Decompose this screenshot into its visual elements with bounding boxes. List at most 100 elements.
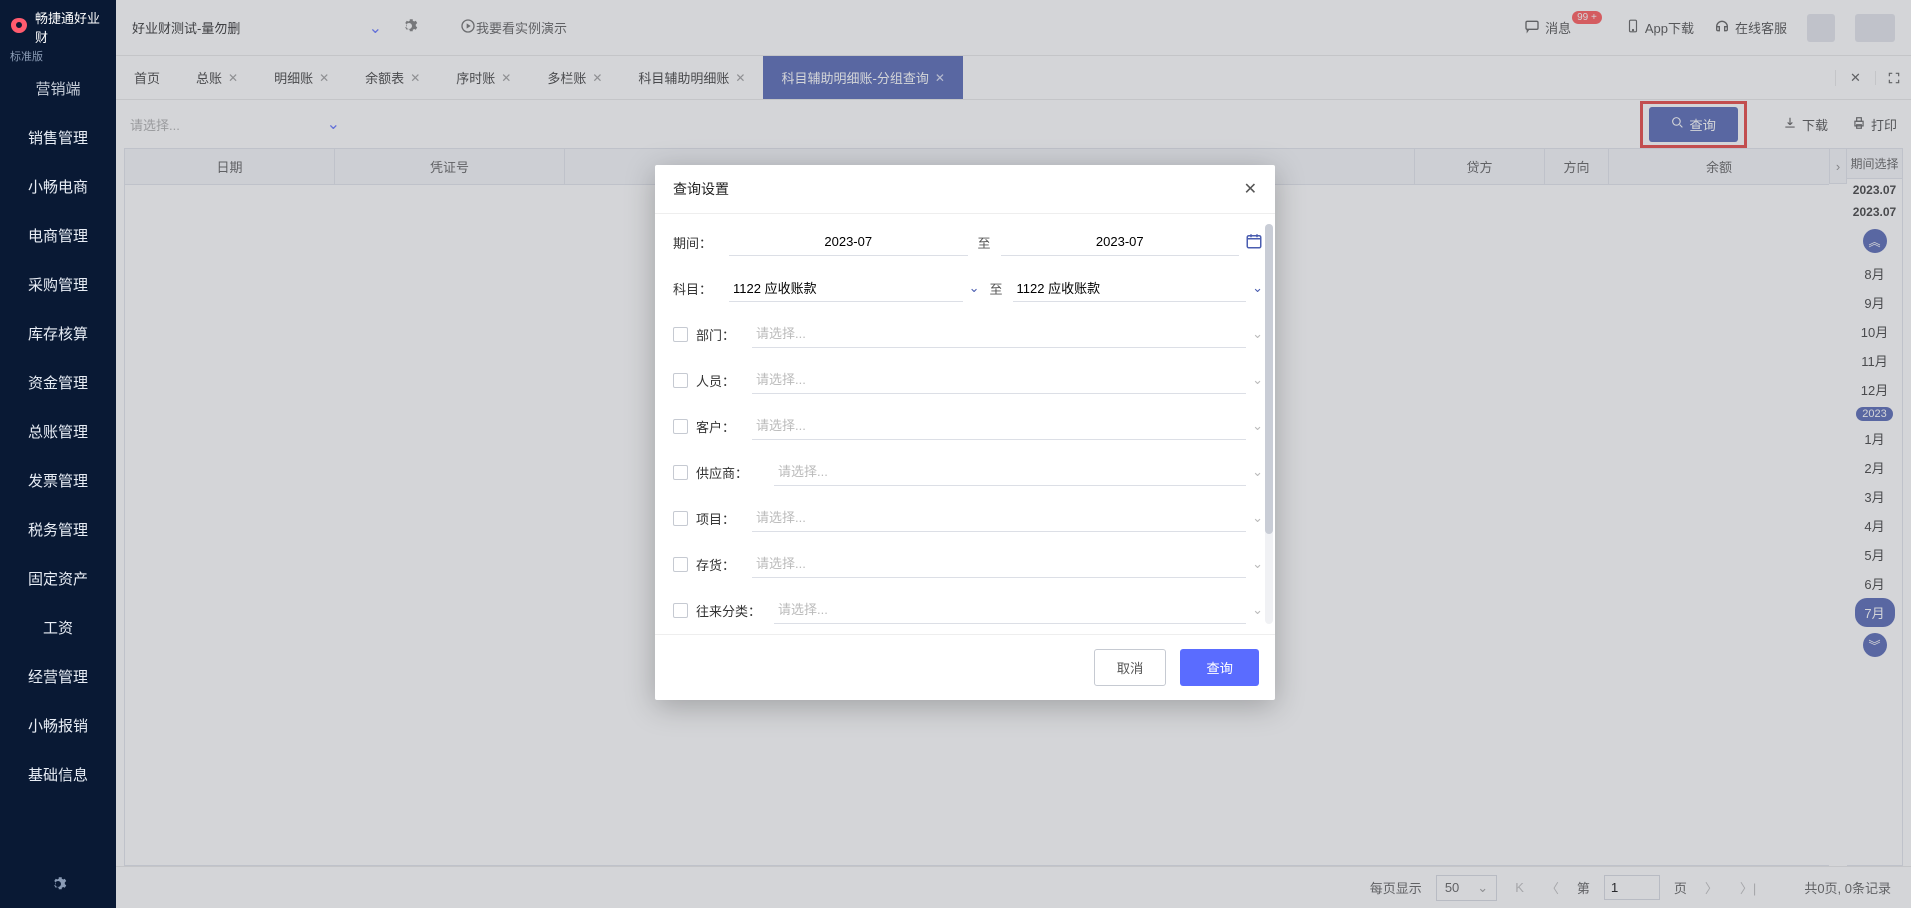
subject-from-input[interactable] [729, 274, 963, 302]
checkbox-supplier[interactable] [673, 465, 688, 480]
period-month[interactable]: 3月 [1847, 482, 1902, 511]
sidebar-item-4[interactable]: 库存核算 [0, 309, 116, 358]
period-from-input[interactable] [729, 228, 968, 256]
checkbox-project[interactable] [673, 511, 688, 526]
close-icon[interactable]: ✕ [228, 71, 238, 85]
demo-link[interactable]: 我要看实例演示 [460, 18, 567, 37]
checkbox-person[interactable] [673, 373, 688, 388]
period-month-selected[interactable]: 7月 [1855, 598, 1895, 627]
sidebar-settings[interactable] [0, 863, 116, 908]
close-icon[interactable]: ✕ [319, 71, 329, 85]
chevron-down-icon[interactable]: ⌄ [1252, 510, 1263, 526]
period-to-input[interactable] [1001, 228, 1240, 256]
tenant-select[interactable]: 好业财测试-量勿删 ⌄ [132, 18, 382, 38]
filter-artype-input[interactable] [774, 596, 1246, 624]
tab-6[interactable]: 科目辅助明细账 ✕ [620, 56, 763, 99]
avatar-2[interactable] [1855, 14, 1895, 42]
checkbox-dept[interactable] [673, 327, 688, 342]
app-download-button[interactable]: App下载 [1626, 18, 1694, 37]
chevron-down-icon[interactable]: ⌄ [1252, 556, 1263, 572]
filter-dept-input[interactable] [752, 320, 1246, 348]
chevron-down-icon[interactable]: ⌄ [1252, 464, 1263, 480]
close-all-tabs-button[interactable]: ✕ [1835, 70, 1875, 86]
tab-2[interactable]: 明细账✕ [256, 56, 347, 99]
sidebar-item-10[interactable]: 工资 [0, 603, 116, 652]
chevron-down-icon[interactable]: ⌄ [969, 280, 980, 296]
last-page-button[interactable]: 〉| [1736, 878, 1760, 897]
confirm-query-button[interactable]: 查询 [1180, 649, 1259, 686]
chevron-down-icon[interactable]: ⌄ [1252, 280, 1263, 296]
fullscreen-button[interactable] [1875, 71, 1911, 85]
period-month[interactable]: 12月 [1847, 375, 1902, 404]
chevron-down-icon[interactable]: ⌄ [1252, 602, 1263, 618]
period-month[interactable]: 4月 [1847, 511, 1902, 540]
period-month[interactable]: 5月 [1847, 540, 1902, 569]
tab-5[interactable]: 多栏账✕ [529, 56, 620, 99]
checkbox-customer[interactable] [673, 419, 688, 434]
tab-home[interactable]: 首页 [116, 56, 178, 99]
cancel-button[interactable]: 取消 [1094, 649, 1167, 686]
filter-customer-input[interactable] [752, 412, 1246, 440]
next-page-button[interactable]: 〉 [1701, 878, 1722, 897]
close-icon[interactable]: ✕ [592, 71, 602, 85]
filter-project-input[interactable] [752, 504, 1246, 532]
page-size-label: 每页显示 [1370, 878, 1422, 897]
scroll-down-icon[interactable]: ︾ [1863, 633, 1887, 657]
scroll-up-icon[interactable]: ︽ [1863, 229, 1887, 253]
tab-7-active[interactable]: 科目辅助明细账-分组查询✕ [763, 56, 962, 99]
period-panel-toggle[interactable]: › [1829, 148, 1847, 184]
filter-supplier-input[interactable] [774, 458, 1246, 486]
calendar-icon[interactable] [1245, 232, 1263, 253]
period-month[interactable]: 1月 [1847, 424, 1902, 453]
tab-4[interactable]: 序时账✕ [438, 56, 529, 99]
period-month[interactable]: 10月 [1847, 317, 1902, 346]
download-button[interactable]: 下载 [1783, 115, 1828, 134]
period-month[interactable]: 11月 [1847, 346, 1902, 375]
checkbox-inventory[interactable] [673, 557, 688, 572]
sidebar-item-6[interactable]: 总账管理 [0, 407, 116, 456]
chevron-down-icon[interactable]: ⌄ [1252, 372, 1263, 388]
sidebar-item-0[interactable]: 销售管理 [0, 113, 116, 162]
page-size-select[interactable]: 50 ⌄ [1436, 875, 1497, 901]
sidebar-item-12[interactable]: 小畅报销 [0, 701, 116, 750]
query-button[interactable]: 查询 [1649, 107, 1738, 142]
sidebar-item-1[interactable]: 小畅电商 [0, 162, 116, 211]
close-icon[interactable]: ✕ [1244, 179, 1257, 199]
sidebar-item-13[interactable]: 基础信息 [0, 750, 116, 799]
period-month[interactable]: 2月 [1847, 453, 1902, 482]
sidebar-item-2[interactable]: 电商管理 [0, 211, 116, 260]
chevron-down-icon[interactable]: ⌄ [1252, 418, 1263, 434]
sidebar-item-7[interactable]: 发票管理 [0, 456, 116, 505]
prev-page-button[interactable]: 〈 [1542, 878, 1563, 897]
tab-label: 科目辅助明细账 [638, 68, 729, 87]
close-icon[interactable]: ✕ [410, 71, 420, 85]
subject-to-input[interactable] [1013, 274, 1247, 302]
sidebar-item-5[interactable]: 资金管理 [0, 358, 116, 407]
page-number-input[interactable] [1604, 875, 1660, 900]
sidebar-item-3[interactable]: 采购管理 [0, 260, 116, 309]
avatar[interactable] [1807, 14, 1835, 42]
print-button[interactable]: 打印 [1852, 115, 1897, 134]
period-month[interactable]: 6月 [1847, 569, 1902, 598]
sidebar-item-cut[interactable]: 营销端 [0, 72, 116, 113]
tab-3[interactable]: 余额表✕ [347, 56, 438, 99]
sidebar-item-9[interactable]: 固定资产 [0, 554, 116, 603]
messages-button[interactable]: 消息 99 + [1524, 18, 1606, 37]
sidebar-item-8[interactable]: 税务管理 [0, 505, 116, 554]
checkbox-artype[interactable] [673, 603, 688, 618]
close-icon[interactable]: ✕ [501, 71, 511, 85]
close-icon[interactable]: ✕ [935, 71, 945, 85]
period-month[interactable]: 9月 [1847, 288, 1902, 317]
support-button[interactable]: 在线客服 [1714, 18, 1787, 37]
sidebar-item-11[interactable]: 经营管理 [0, 652, 116, 701]
period-month[interactable]: 8月 [1847, 259, 1902, 288]
filter-inventory-input[interactable] [752, 550, 1246, 578]
close-icon[interactable]: ✕ [735, 71, 745, 85]
filter-person-input[interactable] [752, 366, 1246, 394]
chevron-down-icon[interactable]: ⌄ [1252, 326, 1263, 342]
first-page-button[interactable]: K [1511, 880, 1528, 895]
scrollbar-thumb[interactable] [1265, 224, 1273, 534]
tab-1[interactable]: 总账✕ [178, 56, 256, 99]
settings-icon[interactable] [400, 17, 418, 38]
group-select[interactable]: 请选择... ⌄ [130, 114, 340, 134]
